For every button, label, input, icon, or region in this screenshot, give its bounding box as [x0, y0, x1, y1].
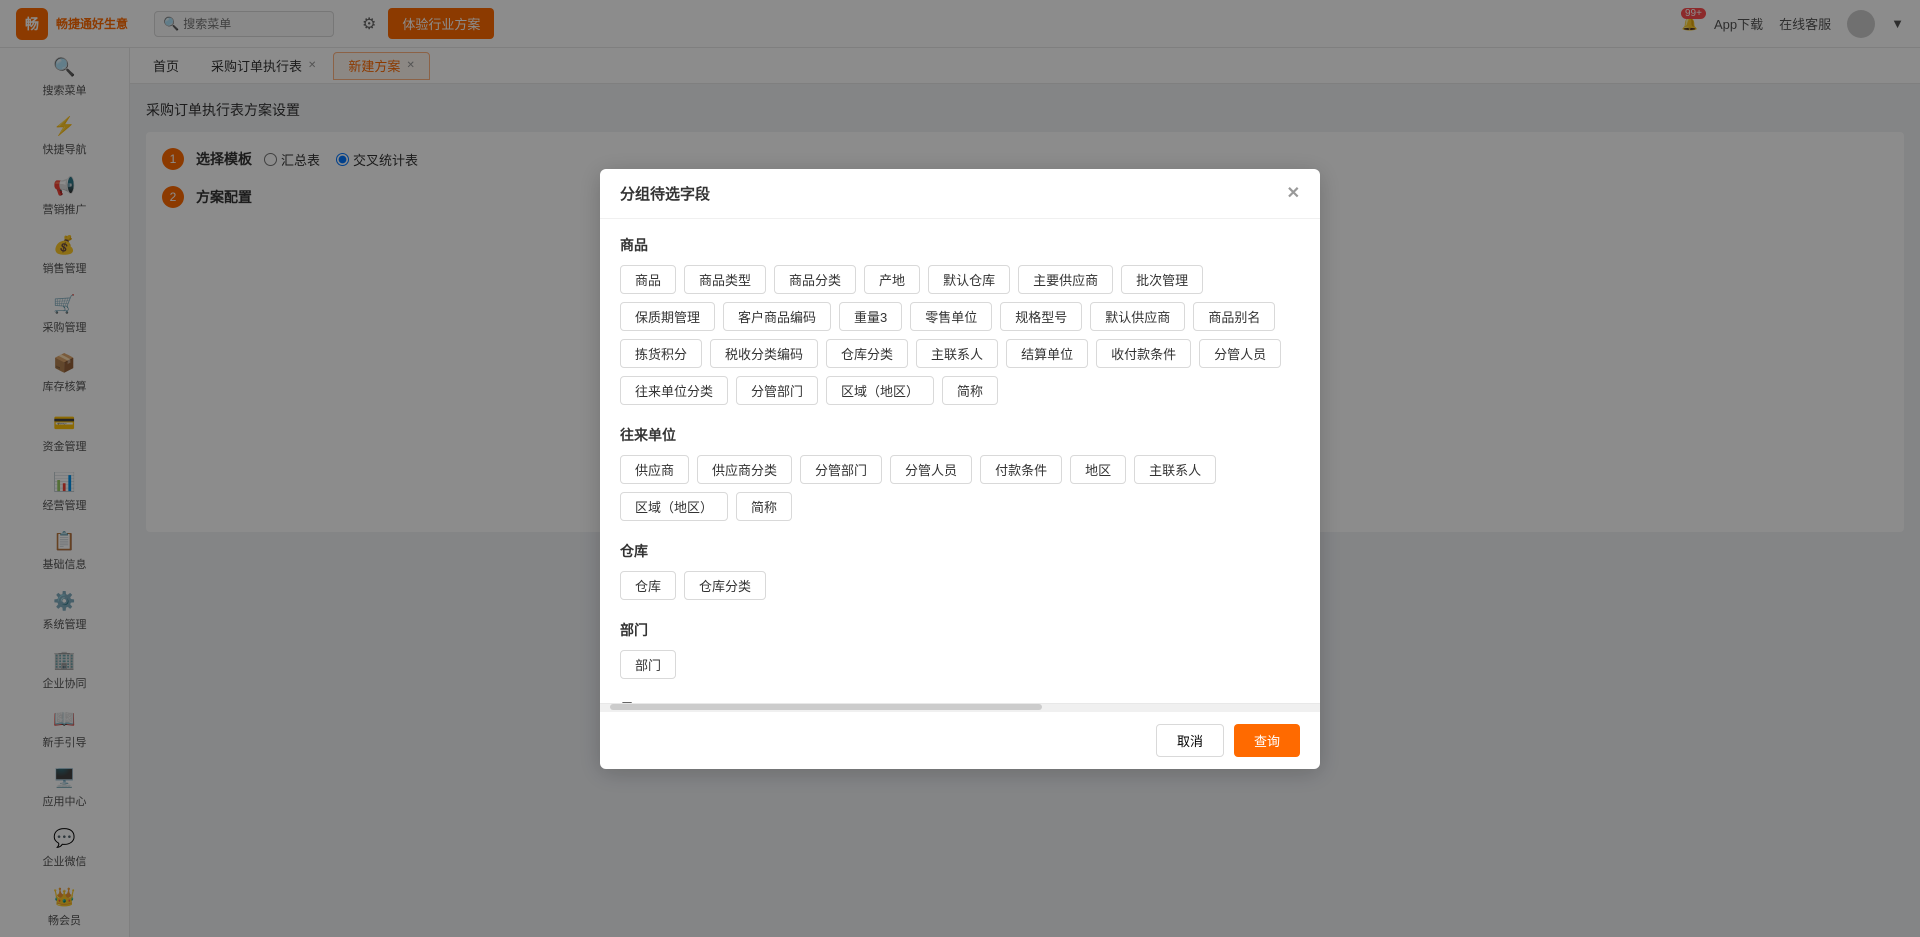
- field-tag[interactable]: 部门: [620, 650, 676, 679]
- field-tag[interactable]: 分管人员: [890, 455, 972, 484]
- modal-dialog: 分组待选字段 ✕ 商品商品商品类型商品分类产地默认仓库主要供应商批次管理保质期管…: [600, 169, 1320, 769]
- confirm-button[interactable]: 查询: [1234, 724, 1300, 757]
- field-tag[interactable]: 商品别名: [1193, 302, 1275, 331]
- modal-header: 分组待选字段 ✕: [600, 169, 1320, 219]
- field-tag[interactable]: 区域（地区）: [620, 492, 728, 521]
- field-tags-department: 部门: [620, 650, 1300, 679]
- field-tag[interactable]: 付款条件: [980, 455, 1062, 484]
- field-tag[interactable]: 保质期管理: [620, 302, 715, 331]
- field-tag[interactable]: 供应商分类: [697, 455, 792, 484]
- section-title-warehouse: 仓库: [620, 541, 1300, 561]
- field-tag[interactable]: 区域（地区）: [826, 376, 934, 405]
- modal-title: 分组待选字段: [620, 183, 710, 204]
- cancel-button[interactable]: 取消: [1156, 724, 1224, 757]
- section-title-department: 部门: [620, 620, 1300, 640]
- field-tag[interactable]: 主联系人: [916, 339, 998, 368]
- field-tag[interactable]: 仓库分类: [684, 571, 766, 600]
- field-tag[interactable]: 商品分类: [774, 265, 856, 294]
- field-tag[interactable]: 客户商品编码: [723, 302, 831, 331]
- modal-hscrollbar[interactable]: [600, 703, 1320, 710]
- field-tag[interactable]: 规格型号: [1000, 302, 1082, 331]
- section-title-partner: 往来单位: [620, 425, 1300, 445]
- field-section-department: 部门部门: [620, 620, 1300, 679]
- field-tag[interactable]: 简称: [942, 376, 998, 405]
- field-tag[interactable]: 主联系人: [1134, 455, 1216, 484]
- field-section-warehouse: 仓库仓库仓库分类: [620, 541, 1300, 600]
- modal-body[interactable]: 商品商品商品类型商品分类产地默认仓库主要供应商批次管理保质期管理客户商品编码重量…: [600, 219, 1320, 704]
- field-tag[interactable]: 分管部门: [800, 455, 882, 484]
- field-tag[interactable]: 收付款条件: [1096, 339, 1191, 368]
- field-tag[interactable]: 拣货积分: [620, 339, 702, 368]
- field-tag[interactable]: 供应商: [620, 455, 689, 484]
- field-tag[interactable]: 产地: [864, 265, 920, 294]
- modal-footer: 取消 查询: [600, 711, 1320, 769]
- field-tag[interactable]: 重量3: [839, 302, 902, 331]
- field-tag[interactable]: 税收分类编码: [710, 339, 818, 368]
- field-tag[interactable]: 商品类型: [684, 265, 766, 294]
- field-tag[interactable]: 仓库分类: [826, 339, 908, 368]
- field-tags-warehouse: 仓库仓库分类: [620, 571, 1300, 600]
- field-tag[interactable]: 主要供应商: [1018, 265, 1113, 294]
- field-tag[interactable]: 默认供应商: [1090, 302, 1185, 331]
- field-tag[interactable]: 地区: [1070, 455, 1126, 484]
- field-tag[interactable]: 仓库: [620, 571, 676, 600]
- field-tag[interactable]: 简称: [736, 492, 792, 521]
- field-tag[interactable]: 结算单位: [1006, 339, 1088, 368]
- field-tag[interactable]: 分管人员: [1199, 339, 1281, 368]
- field-tags-product: 商品商品类型商品分类产地默认仓库主要供应商批次管理保质期管理客户商品编码重量3 零…: [620, 265, 1300, 405]
- field-section-product: 商品商品商品类型商品分类产地默认仓库主要供应商批次管理保质期管理客户商品编码重量…: [620, 235, 1300, 405]
- field-tag[interactable]: 零售单位: [910, 302, 992, 331]
- field-tag[interactable]: 批次管理: [1121, 265, 1203, 294]
- field-tags-partner: 供应商供应商分类分管部门分管人员付款条件地区主联系人区域（地区） 简称: [620, 455, 1300, 521]
- field-tag[interactable]: 分管部门: [736, 376, 818, 405]
- field-tag[interactable]: 默认仓库: [928, 265, 1010, 294]
- modal-overlay: 分组待选字段 ✕ 商品商品商品类型商品分类产地默认仓库主要供应商批次管理保质期管…: [0, 0, 1920, 937]
- field-tag[interactable]: 往来单位分类: [620, 376, 728, 405]
- field-section-partner: 往来单位供应商供应商分类分管部门分管人员付款条件地区主联系人区域（地区） 简称: [620, 425, 1300, 521]
- section-title-product: 商品: [620, 235, 1300, 255]
- field-tag[interactable]: 商品: [620, 265, 676, 294]
- modal-close-button[interactable]: ✕: [1287, 183, 1300, 203]
